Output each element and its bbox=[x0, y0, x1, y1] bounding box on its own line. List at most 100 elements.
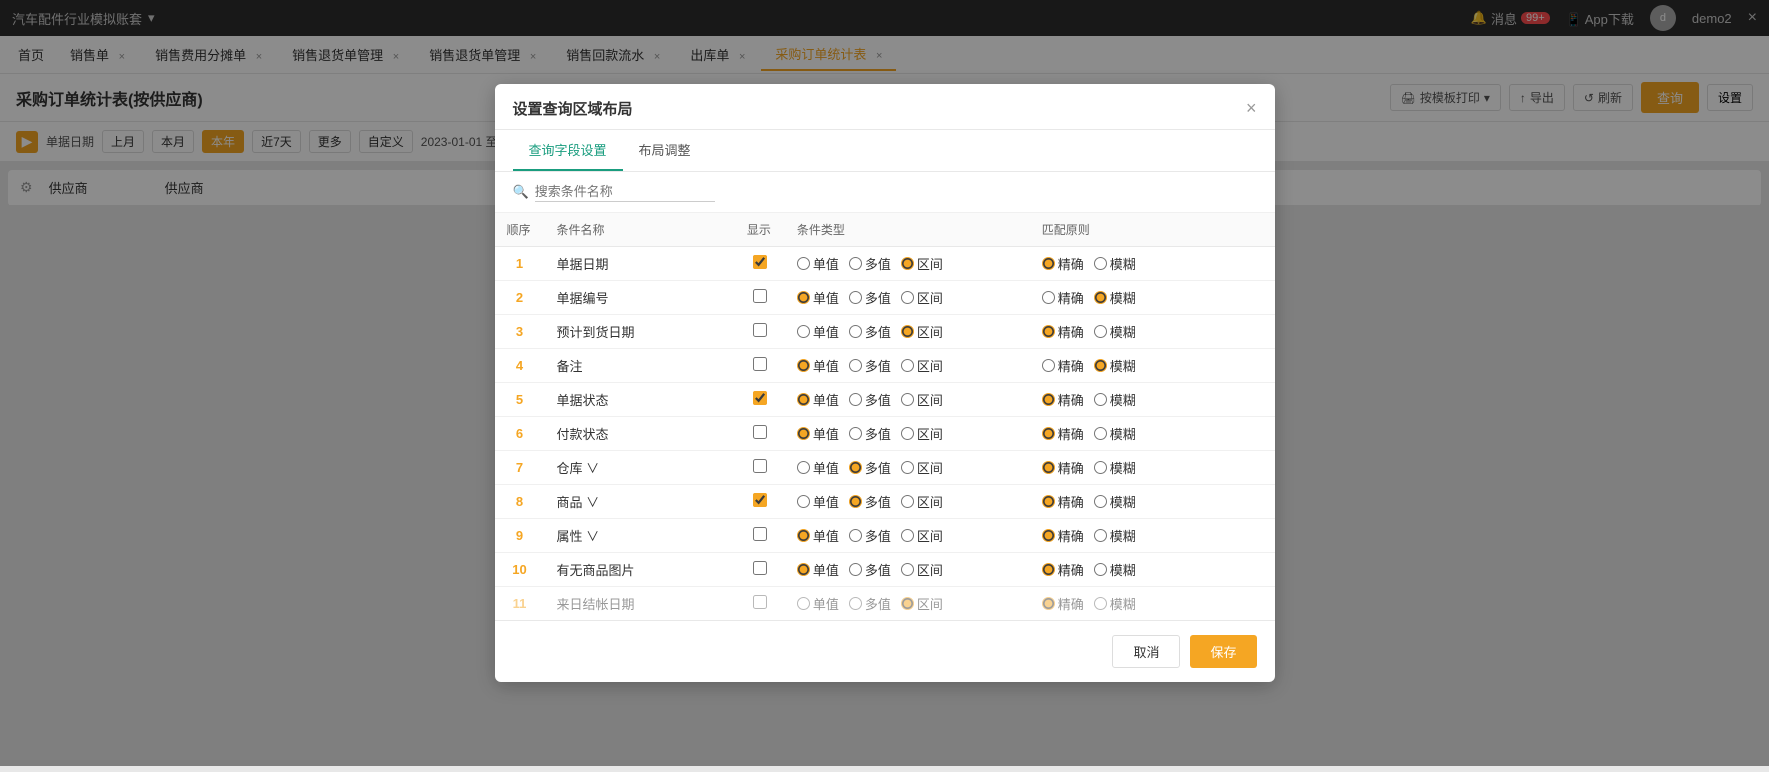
type-option-单值-3[interactable]: 单值 bbox=[797, 356, 839, 375]
row-show-4[interactable] bbox=[735, 383, 785, 417]
match-option-模糊-7[interactable]: 模糊 bbox=[1094, 492, 1136, 511]
show-checkbox-3[interactable] bbox=[753, 357, 767, 371]
type-option-单值-9[interactable]: 单值 bbox=[797, 560, 839, 579]
type-option-单值-2[interactable]: 单值 bbox=[797, 322, 839, 341]
save-button[interactable]: 保存 bbox=[1190, 635, 1256, 668]
type-option-多值-5[interactable]: 多值 bbox=[849, 424, 891, 443]
row-show-9[interactable] bbox=[735, 553, 785, 587]
row-match-10: 精确模糊 bbox=[1030, 587, 1275, 621]
type-option-多值-3[interactable]: 多值 bbox=[849, 356, 891, 375]
match-option-模糊-6[interactable]: 模糊 bbox=[1094, 458, 1136, 477]
row-match-8: 精确模糊 bbox=[1030, 519, 1275, 553]
type-option-多值-9[interactable]: 多值 bbox=[849, 560, 891, 579]
match-option-模糊-4[interactable]: 模糊 bbox=[1094, 390, 1136, 409]
type-option-区间-10[interactable]: 区间 bbox=[901, 594, 943, 613]
type-option-区间-3[interactable]: 区间 bbox=[901, 356, 943, 375]
row-show-5[interactable] bbox=[735, 417, 785, 451]
search-input[interactable] bbox=[535, 182, 715, 202]
type-option-单值-6[interactable]: 单值 bbox=[797, 458, 839, 477]
type-option-区间-0[interactable]: 区间 bbox=[901, 254, 943, 273]
match-option-模糊-3[interactable]: 模糊 bbox=[1094, 356, 1136, 375]
match-option-模糊-9[interactable]: 模糊 bbox=[1094, 560, 1136, 579]
show-checkbox-1[interactable] bbox=[753, 289, 767, 303]
modal-close-button[interactable]: × bbox=[1246, 98, 1257, 119]
modal-overlay: 设置查询区域布局 × 查询字段设置 布局调整 🔍 顺序 条件名称 显示 条件类型 bbox=[0, 0, 1769, 766]
match-option-模糊-5[interactable]: 模糊 bbox=[1094, 424, 1136, 443]
type-option-区间-9[interactable]: 区间 bbox=[901, 560, 943, 579]
match-option-精确-10[interactable]: 精确 bbox=[1042, 594, 1084, 613]
show-checkbox-0[interactable] bbox=[753, 255, 767, 269]
row-show-8[interactable] bbox=[735, 519, 785, 553]
type-option-单值-5[interactable]: 单值 bbox=[797, 424, 839, 443]
modal-table-wrap: 顺序 条件名称 显示 条件类型 匹配原则 1单据日期单值多值区间精确模糊2单据编… bbox=[495, 213, 1275, 620]
type-option-区间-4[interactable]: 区间 bbox=[901, 390, 943, 409]
table-row: 3预计到货日期单值多值区间精确模糊 bbox=[495, 315, 1275, 349]
row-show-2[interactable] bbox=[735, 315, 785, 349]
row-show-7[interactable] bbox=[735, 485, 785, 519]
table-row: 1单据日期 单值多值区间 精确模糊 bbox=[495, 247, 1275, 281]
show-checkbox-6[interactable] bbox=[753, 459, 767, 473]
row-show-6[interactable] bbox=[735, 451, 785, 485]
modal-tab-query-fields[interactable]: 查询字段设置 bbox=[513, 130, 623, 171]
match-option-精确-7[interactable]: 精确 bbox=[1042, 492, 1084, 511]
row-order-0: 1 bbox=[495, 247, 545, 281]
match-option-精确-9[interactable]: 精确 bbox=[1042, 560, 1084, 579]
settings-modal: 设置查询区域布局 × 查询字段设置 布局调整 🔍 顺序 条件名称 显示 条件类型 bbox=[495, 84, 1275, 682]
show-checkbox-2[interactable] bbox=[753, 323, 767, 337]
type-option-多值-8[interactable]: 多值 bbox=[849, 526, 891, 545]
modal-tab-layout[interactable]: 布局调整 bbox=[623, 130, 707, 171]
type-option-多值-7[interactable]: 多值 bbox=[849, 492, 891, 511]
table-row: 10有无商品图片单值多值区间精确模糊 bbox=[495, 553, 1275, 587]
row-type-8: 单值多值区间 bbox=[785, 519, 1030, 553]
match-option-模糊-2[interactable]: 模糊 bbox=[1094, 322, 1136, 341]
row-type-6: 单值多值区间 bbox=[785, 451, 1030, 485]
row-show-10[interactable] bbox=[735, 587, 785, 621]
type-option-区间-5[interactable]: 区间 bbox=[901, 424, 943, 443]
show-checkbox-8[interactable] bbox=[753, 527, 767, 541]
match-option-模糊-8[interactable]: 模糊 bbox=[1094, 526, 1136, 545]
show-checkbox-5[interactable] bbox=[753, 425, 767, 439]
type-option-区间-2[interactable]: 区间 bbox=[901, 322, 943, 341]
type-option-单值-10[interactable]: 单值 bbox=[797, 594, 839, 613]
type-option-多值-4[interactable]: 多值 bbox=[849, 390, 891, 409]
type-option-多值-10[interactable]: 多值 bbox=[849, 594, 891, 613]
match-option-精确-3[interactable]: 精确 bbox=[1042, 356, 1084, 375]
match-option-模糊-10[interactable]: 模糊 bbox=[1094, 594, 1136, 613]
show-checkbox-9[interactable] bbox=[753, 561, 767, 575]
match-option-精确-8[interactable]: 精确 bbox=[1042, 526, 1084, 545]
match-option-精确-2[interactable]: 精确 bbox=[1042, 322, 1084, 341]
row-name-0: 单据日期 bbox=[545, 247, 735, 281]
match-option-精确-6[interactable]: 精确 bbox=[1042, 458, 1084, 477]
type-option-单值-8[interactable]: 单值 bbox=[797, 526, 839, 545]
match-option-模糊-1[interactable]: 模糊 bbox=[1094, 288, 1136, 307]
row-order-7: 8 bbox=[495, 485, 545, 519]
match-option-精确-1[interactable]: 精确 bbox=[1042, 288, 1084, 307]
modal-header: 设置查询区域布局 × bbox=[495, 84, 1275, 130]
cancel-button[interactable]: 取消 bbox=[1112, 635, 1180, 668]
type-option-区间-7[interactable]: 区间 bbox=[901, 492, 943, 511]
type-option-单值-0[interactable]: 单值 bbox=[797, 254, 839, 273]
row-show-1[interactable] bbox=[735, 281, 785, 315]
match-option-模糊-0[interactable]: 模糊 bbox=[1094, 254, 1136, 273]
type-option-多值-6[interactable]: 多值 bbox=[849, 458, 891, 477]
type-option-区间-8[interactable]: 区间 bbox=[901, 526, 943, 545]
type-option-多值-1[interactable]: 多值 bbox=[849, 288, 891, 307]
show-checkbox-10[interactable] bbox=[753, 595, 767, 609]
match-option-精确-4[interactable]: 精确 bbox=[1042, 390, 1084, 409]
type-option-单值-4[interactable]: 单值 bbox=[797, 390, 839, 409]
show-checkbox-7[interactable] bbox=[753, 493, 767, 507]
show-checkbox-4[interactable] bbox=[753, 391, 767, 405]
table-row: 2单据编号单值多值区间精确模糊 bbox=[495, 281, 1275, 315]
type-option-多值-0[interactable]: 多值 bbox=[849, 254, 891, 273]
match-option-精确-0[interactable]: 精确 bbox=[1042, 254, 1084, 273]
match-option-精确-5[interactable]: 精确 bbox=[1042, 424, 1084, 443]
type-option-区间-1[interactable]: 区间 bbox=[901, 288, 943, 307]
type-option-区间-6[interactable]: 区间 bbox=[901, 458, 943, 477]
row-type-3: 单值多值区间 bbox=[785, 349, 1030, 383]
row-show-0[interactable] bbox=[735, 247, 785, 281]
type-option-单值-7[interactable]: 单值 bbox=[797, 492, 839, 511]
type-option-单值-1[interactable]: 单值 bbox=[797, 288, 839, 307]
type-option-多值-2[interactable]: 多值 bbox=[849, 322, 891, 341]
row-show-3[interactable] bbox=[735, 349, 785, 383]
th-order: 顺序 bbox=[495, 213, 545, 247]
